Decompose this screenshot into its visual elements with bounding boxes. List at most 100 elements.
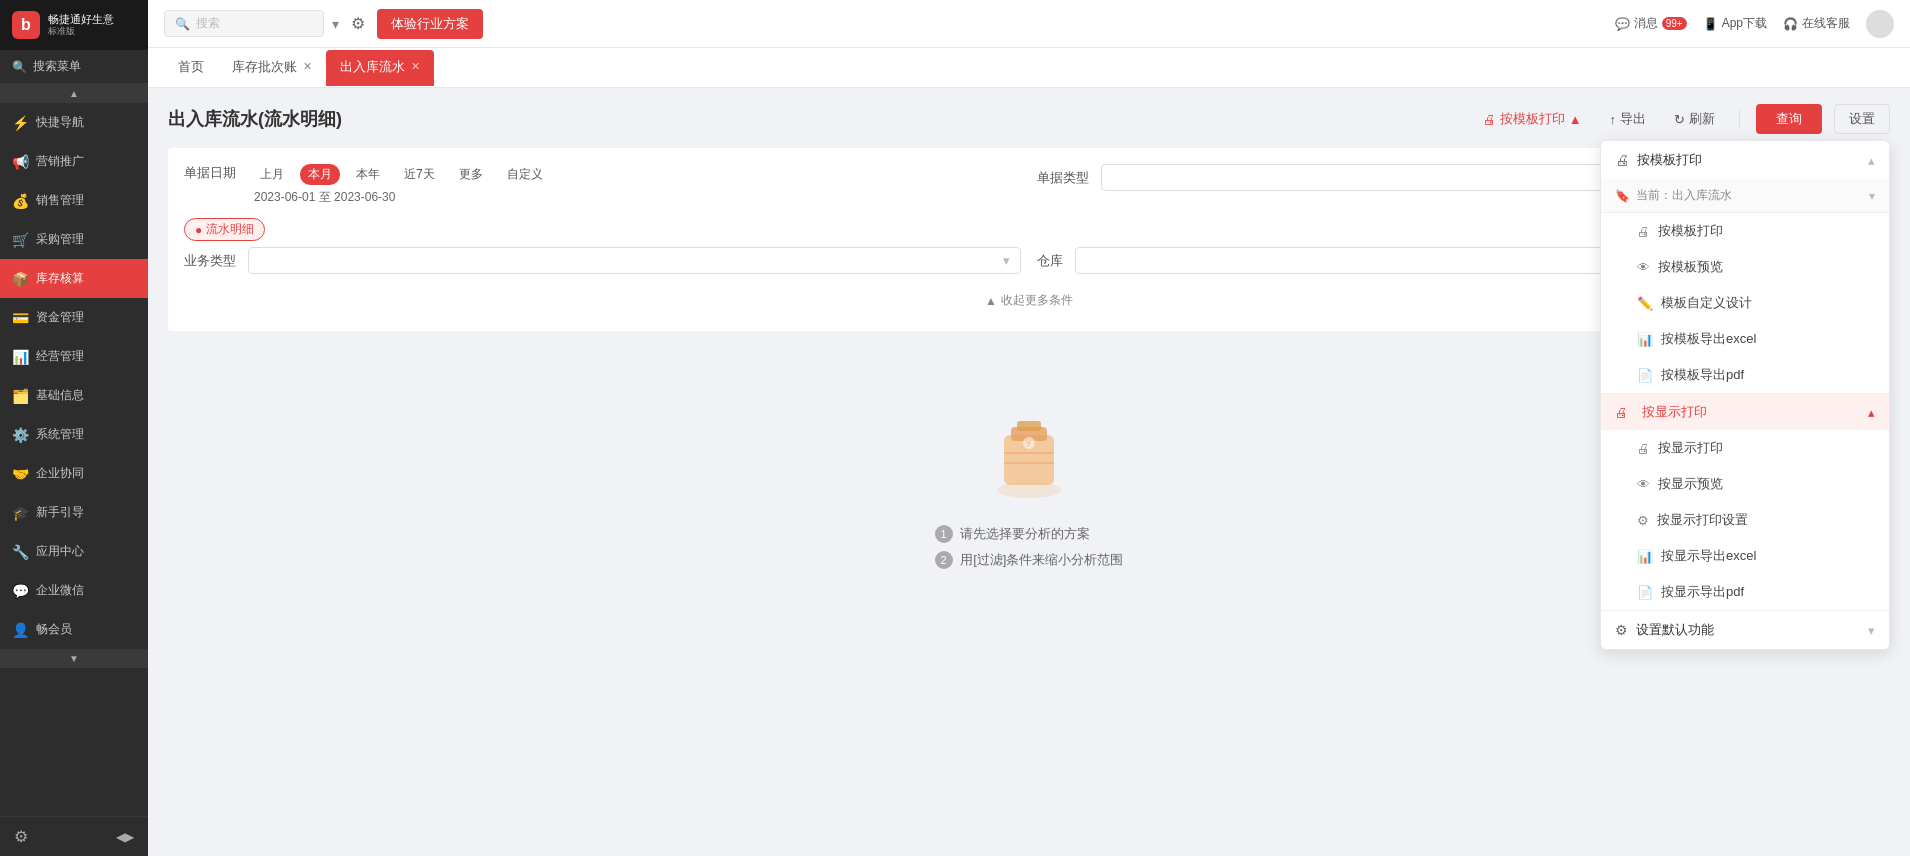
refresh-btn[interactable]: ↻ 刷新 — [1666, 106, 1723, 132]
date-option-this-year[interactable]: 本年 — [348, 164, 388, 185]
tab-batch-close[interactable]: ✕ — [303, 60, 312, 73]
template-print-item[interactable]: 🖨 按模板打印 — [1601, 213, 1889, 249]
sidebar: b 畅捷通好生意 标准版 🔍 搜索菜单 ▲ ⚡ 快捷导航 📢 营销推广 💰 销售… — [0, 0, 148, 856]
tag-icon: ● — [195, 223, 202, 237]
display-print-section: 🖨 按显示打印 ▴ 🖨 按显示打印 👁 按显示预览 ⚙ 按显示打印设置 — [1601, 394, 1889, 611]
template-pdf-item-label: 按模板导出pdf — [1661, 366, 1744, 384]
system-icon: ⚙️ — [12, 427, 28, 443]
sidebar-collapse-btn[interactable]: ◀▶ — [116, 830, 134, 844]
template-custom-item[interactable]: ✏️ 模板自定义设计 — [1601, 285, 1889, 321]
marketing-icon: 📢 — [12, 154, 28, 170]
template-excel-item[interactable]: 📊 按模板导出excel — [1601, 321, 1889, 357]
message-btn[interactable]: 💬 消息 99+ — [1615, 15, 1687, 32]
message-badge: 99+ — [1662, 17, 1687, 30]
scroll-down-btn[interactable]: ▼ — [0, 649, 148, 668]
sidebar-item-inventory[interactable]: 📦 库存核算 — [0, 259, 148, 298]
tab-batch-label: 库存批次账 — [232, 58, 297, 76]
template-print-header[interactable]: 🖨 按模板打印 ▴ — [1601, 141, 1889, 179]
sidebar-item-label: 企业协同 — [36, 465, 84, 482]
date-option-7-days[interactable]: 近7天 — [396, 164, 443, 185]
phone-icon: 📱 — [1703, 17, 1718, 31]
sidebar-item-system[interactable]: ⚙️ 系统管理 — [0, 415, 148, 454]
main-area: 🔍 搜索 ▾ ⚙ 体验行业方案 💬 消息 99+ 📱 App下载 🎧 在线客服 — [148, 0, 1910, 856]
empty-illustration: ? — [979, 405, 1079, 505]
display-preview-item[interactable]: 👁 按显示预览 — [1601, 466, 1889, 502]
tab-flow-close[interactable]: ✕ — [411, 60, 420, 73]
type-filter-label: 单据类型 — [1037, 169, 1089, 187]
date-option-more[interactable]: 更多 — [451, 164, 491, 185]
topbar-search-box[interactable]: 🔍 搜索 — [164, 10, 324, 37]
template-section-chevron: ▴ — [1868, 153, 1875, 168]
default-section: ⚙ 设置默认功能 ▾ — [1601, 611, 1889, 649]
quicknav-icon: ⚡ — [12, 115, 28, 131]
finance-icon: 💳 — [12, 310, 28, 326]
user-avatar[interactable] — [1866, 10, 1894, 38]
date-option-custom[interactable]: 自定义 — [499, 164, 551, 185]
template-print-section: 🖨 按模板打印 ▴ 🔖 当前：出入库流水 ▾ 🖨 按模板打印 — [1601, 141, 1889, 394]
date-option-last-month[interactable]: 上月 — [252, 164, 292, 185]
display-printer-icon: 🖨 — [1615, 405, 1628, 420]
export-icon: ↑ — [1610, 112, 1617, 127]
template-print-header-left: 🖨 按模板打印 — [1615, 151, 1702, 169]
date-option-this-month[interactable]: 本月 — [300, 164, 340, 185]
sidebar-item-sales[interactable]: 💰 销售管理 — [0, 181, 148, 220]
industry-btn[interactable]: 体验行业方案 — [377, 9, 483, 39]
export-label: 导出 — [1620, 110, 1646, 128]
tab-home[interactable]: 首页 — [164, 50, 218, 86]
tab-flow[interactable]: 出入库流水 ✕ — [326, 50, 434, 86]
display-settings-item[interactable]: ⚙ 按显示打印设置 — [1601, 502, 1889, 538]
app-download-btn[interactable]: 📱 App下载 — [1703, 15, 1767, 32]
tip-text-1: 请先选择要分析的方案 — [960, 526, 1090, 541]
sidebar-search[interactable]: 🔍 搜索菜单 — [0, 50, 148, 84]
sidebar-item-basic[interactable]: 🗂️ 基础信息 — [0, 376, 148, 415]
default-section-header[interactable]: ⚙ 设置默认功能 ▾ — [1601, 611, 1889, 649]
display-pdf-item[interactable]: 📄 按显示导出pdf — [1601, 574, 1889, 610]
app-download-label: App下载 — [1722, 15, 1767, 32]
topbar: 🔍 搜索 ▾ ⚙ 体验行业方案 💬 消息 99+ 📱 App下载 🎧 在线客服 — [148, 0, 1910, 48]
sidebar-item-purchase[interactable]: 🛒 采购管理 — [0, 220, 148, 259]
display-pdf-icon: 📄 — [1637, 585, 1653, 600]
default-header-left: ⚙ 设置默认功能 — [1615, 621, 1714, 639]
display-print-header[interactable]: 🖨 按显示打印 ▴ — [1601, 394, 1889, 430]
display-print-item[interactable]: 🖨 按显示打印 — [1601, 430, 1889, 466]
sidebar-search-label: 搜索菜单 — [33, 58, 81, 75]
topbar-gear-button[interactable]: ⚙ — [347, 10, 369, 37]
display-excel-item[interactable]: 📊 按显示导出excel — [1601, 538, 1889, 574]
logo-text: 畅捷通好生意 标准版 — [48, 12, 114, 38]
sidebar-item-guide[interactable]: 🎓 新手引导 — [0, 493, 148, 532]
page-title: 出入库流水(流水明细) — [168, 107, 342, 131]
sidebar-item-member[interactable]: 👤 畅会员 — [0, 610, 148, 649]
chevron-down-icon2: ▾ — [1003, 253, 1010, 268]
brand-name: 畅捷通好生意 — [48, 12, 114, 26]
sidebar-item-apps[interactable]: 🔧 应用中心 — [0, 532, 148, 571]
template-excel-item-label: 按模板导出excel — [1661, 330, 1756, 348]
sidebar-item-marketing[interactable]: 📢 营销推广 — [0, 142, 148, 181]
active-filter-tag[interactable]: ● 流水明细 — [184, 218, 265, 241]
export-btn[interactable]: ↑ 导出 — [1602, 106, 1655, 132]
template-preview-item[interactable]: 👁 按模板预览 — [1601, 249, 1889, 285]
collapse-more-btn[interactable]: ▲ 收起更多条件 — [979, 286, 1079, 315]
print-template-btn[interactable]: 🖨 按模板打印 ▲ — [1475, 106, 1590, 132]
settings-button[interactable]: 设置 — [1834, 104, 1890, 134]
online-service-btn[interactable]: 🎧 在线客服 — [1783, 15, 1850, 32]
query-button[interactable]: 查询 — [1756, 104, 1822, 134]
sidebar-item-operations[interactable]: 📊 经营管理 — [0, 337, 148, 376]
sidebar-settings-icon[interactable]: ⚙ — [14, 827, 28, 846]
sidebar-item-label: 基础信息 — [36, 387, 84, 404]
sidebar-item-cooperation[interactable]: 🤝 企业协同 — [0, 454, 148, 493]
template-pdf-item[interactable]: 📄 按模板导出pdf — [1601, 357, 1889, 393]
display-pdf-item-label: 按显示导出pdf — [1661, 583, 1744, 601]
topbar-chevron-icon[interactable]: ▾ — [332, 16, 339, 32]
online-service-label: 在线客服 — [1802, 15, 1850, 32]
operations-icon: 📊 — [12, 349, 28, 365]
sidebar-item-quicknav[interactable]: ⚡ 快捷导航 — [0, 103, 148, 142]
sidebar-item-wechat[interactable]: 💬 企业微信 — [0, 571, 148, 610]
tab-batch[interactable]: 库存批次账 ✕ — [218, 50, 326, 86]
sidebar-item-label: 资金管理 — [36, 309, 84, 326]
headset-icon: 🎧 — [1783, 17, 1798, 31]
sidebar-item-finance[interactable]: 💳 资金管理 — [0, 298, 148, 337]
scroll-up-btn[interactable]: ▲ — [0, 84, 148, 103]
sales-icon: 💰 — [12, 193, 28, 209]
biz-filter-select[interactable]: ▾ — [248, 247, 1021, 274]
cooperation-icon: 🤝 — [12, 466, 28, 482]
